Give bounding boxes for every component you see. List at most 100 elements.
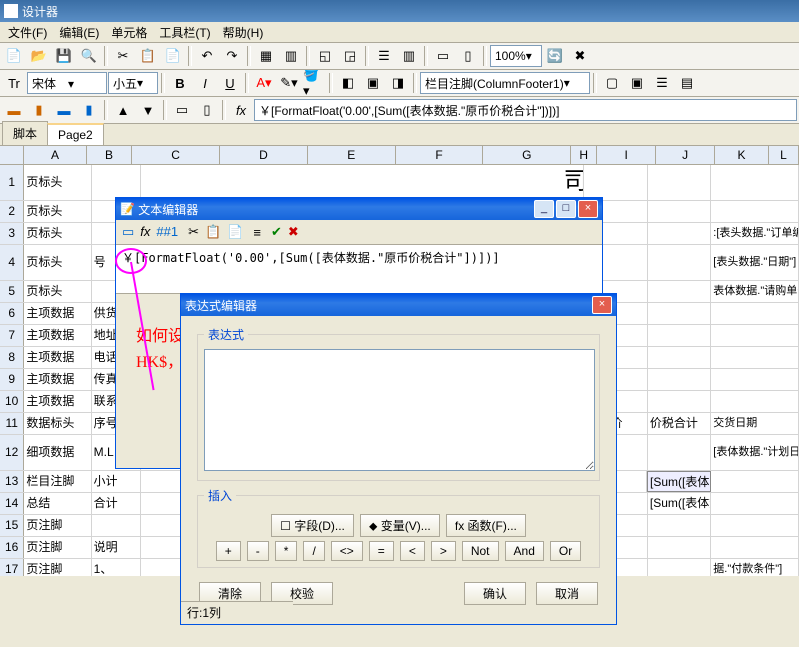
cell[interactable]: [Sum([表体数 [648,493,711,514]
save-icon[interactable]: 💾 [52,44,76,68]
move-down-icon[interactable]: ▼ [136,98,160,122]
menu-cell[interactable]: 单元格 [105,22,153,43]
cell[interactable] [711,165,799,200]
text-editor-content[interactable]: ￥[FormatFloat('0.00',[Sum([表体数据."原币价税合计"… [116,245,602,294]
row-header[interactable]: 9 [0,369,24,390]
op--[interactable]: - [247,541,269,561]
border2-icon[interactable]: ▣ [625,71,649,95]
section-cell[interactable]: 页注脚 [24,537,91,558]
cell[interactable]: 说明 [92,537,142,558]
front-icon[interactable]: ◱ [313,44,337,68]
row-header[interactable]: 10 [0,391,24,412]
format-icon[interactable]: ##1 [156,224,178,240]
cell[interactable]: [Sum([表体 [647,471,711,492]
menu-file[interactable]: 文件(F) [2,22,53,43]
del-col-icon[interactable]: ▮ [77,98,101,122]
cell[interactable]: 司 [141,165,584,200]
bold-icon[interactable]: B [168,71,192,95]
merge-cell-icon[interactable]: ▭ [170,98,194,122]
section-cell[interactable]: 栏目注脚 [24,471,91,492]
col-icon[interactable]: ▥ [397,44,421,68]
section-cell[interactable]: 页标头 [24,281,91,302]
row-header[interactable]: 6 [0,303,24,324]
tab-page2[interactable]: Page2 [47,123,104,145]
maximize-icon[interactable]: □ [556,200,576,218]
minimize-icon[interactable]: _ [534,200,554,218]
unmerge-icon[interactable]: ▯ [195,98,219,122]
col-A[interactable]: A [24,146,87,164]
copy-icon[interactable]: 📋 [136,44,160,68]
row-header[interactable]: 5 [0,281,24,302]
cell[interactable] [711,471,799,492]
menu-help[interactable]: 帮助(H) [217,22,270,43]
col-K[interactable]: K [715,146,769,164]
col-F[interactable]: F [396,146,484,164]
cell[interactable]: :[表头数据."订单编号"] [711,223,799,244]
expr-titlebar[interactable]: 表达式编辑器 × [181,294,616,316]
row-header[interactable]: 7 [0,325,24,346]
menu-edit[interactable]: 编辑(E) [53,22,105,43]
move-up-icon[interactable]: ▲ [111,98,135,122]
formula-bar[interactable]: ￥[FormatFloat('0.00',[Sum([表体数据."原币价税合计"… [254,99,797,121]
col-G[interactable]: G [483,146,571,164]
cell[interactable]: 表体数据."请购单号"] [711,281,799,302]
cell[interactable] [711,325,799,346]
col-E[interactable]: E [308,146,396,164]
cell[interactable] [648,369,711,390]
section-cell[interactable]: 数据标头 [24,413,91,434]
op-<[interactable]: < [400,541,425,561]
align-center-icon[interactable]: ▣ [361,71,385,95]
ungroup-icon[interactable]: ▥ [279,44,303,68]
border4-icon[interactable]: ▤ [675,71,699,95]
cell[interactable] [711,347,799,368]
copy-icon[interactable]: 📋 [205,224,221,240]
cancel-button[interactable]: 取消 [536,582,598,605]
row-header[interactable]: 4 [0,245,24,280]
cell[interactable] [648,281,711,302]
merge-icon[interactable]: ▭ [431,44,455,68]
align-right-icon[interactable]: ◨ [386,71,410,95]
cell[interactable] [584,165,647,200]
section-cell[interactable]: 总结 [24,493,91,514]
row-header[interactable]: 1 [0,165,24,200]
cell[interactable] [711,201,799,222]
align-left-icon[interactable]: ◧ [336,71,360,95]
cell[interactable]: 合计 [92,493,142,514]
cut-icon[interactable]: ✂ [111,44,135,68]
section-cell[interactable]: 页标头 [24,223,91,244]
op-Or[interactable]: Or [550,541,581,561]
cell[interactable]: 据."付款条件"] [711,559,799,576]
cell[interactable]: 价税合计 [648,413,711,434]
new-icon[interactable]: 📄 [2,44,26,68]
insert-col-icon[interactable]: ▮ [27,98,51,122]
cell[interactable] [711,537,799,558]
back-icon[interactable]: ◲ [338,44,362,68]
field-button[interactable]: ☐ 字段(D)... [271,514,354,537]
row-header[interactable]: 16 [0,537,24,558]
row-header[interactable]: 2 [0,201,24,222]
menu-toolbar[interactable]: 工具栏(T) [153,22,216,43]
fx-icon[interactable]: fx [140,224,150,240]
op-<>[interactable]: <> [331,541,363,561]
italic-icon[interactable]: I [193,71,217,95]
open-icon[interactable]: 📂 [27,44,51,68]
ab-icon[interactable]: ▭ [122,224,134,240]
cell[interactable] [648,347,711,368]
undo-icon[interactable]: ↶ [195,44,219,68]
cell[interactable] [648,303,711,324]
cell[interactable]: [表头数据."日期"] [711,245,799,280]
cell[interactable]: 小计 [92,471,142,492]
col-L[interactable]: L [769,146,799,164]
section-cell[interactable]: 主项数据 [24,325,91,346]
row-header[interactable]: 8 [0,347,24,368]
op-*[interactable]: * [275,541,298,561]
ok-button[interactable]: 确认 [464,582,526,605]
cut-icon[interactable]: ✂ [188,224,199,240]
split-icon[interactable]: ▯ [456,44,480,68]
function-button[interactable]: fx 函数(F)... [446,514,526,537]
cell[interactable] [648,537,711,558]
zoom-combo[interactable]: 100%▾ [490,45,542,67]
row-header[interactable]: 13 [0,471,24,492]
redo-icon[interactable]: ↷ [220,44,244,68]
cell[interactable] [711,493,799,514]
